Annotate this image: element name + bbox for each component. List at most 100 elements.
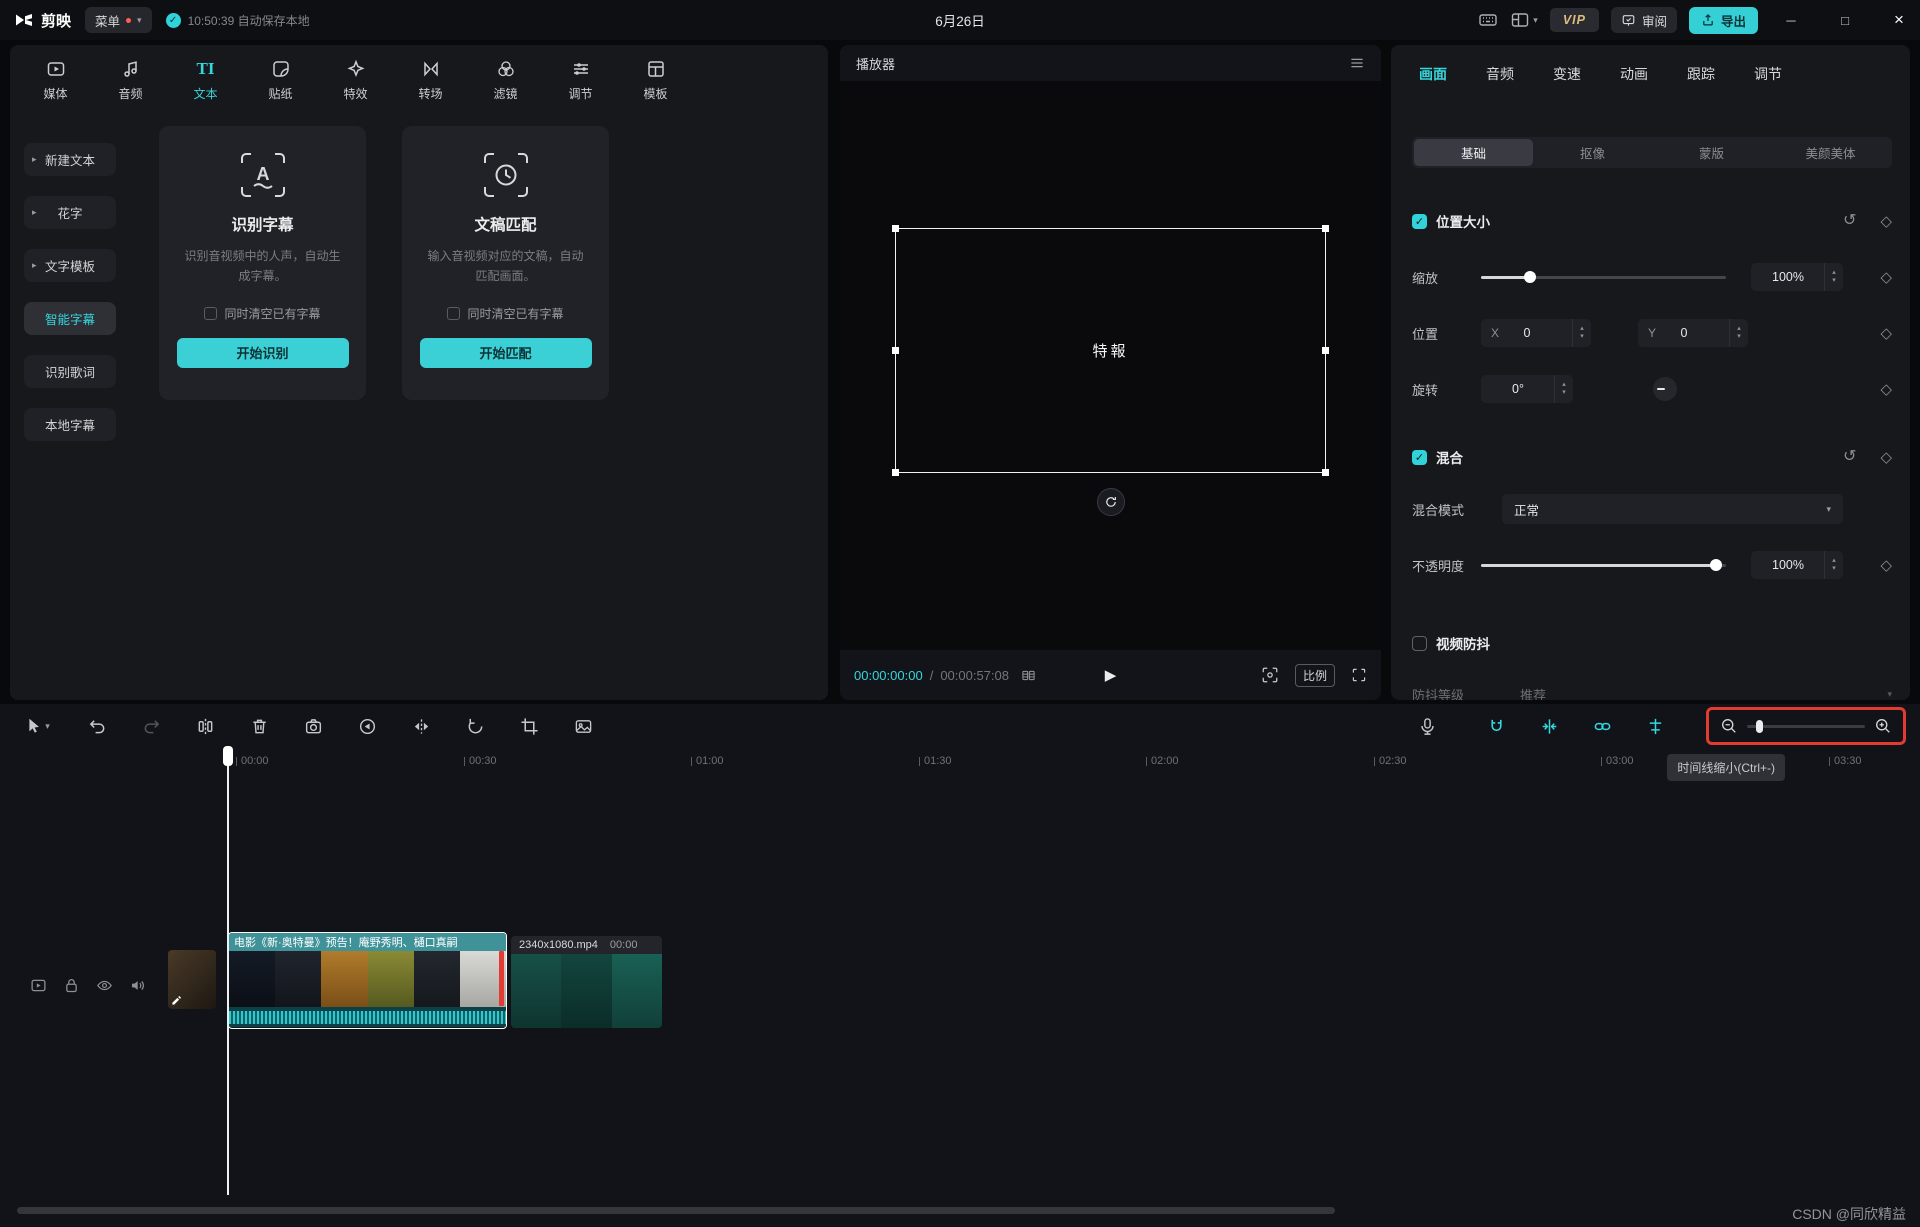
stepper[interactable]: ▴▾ — [1572, 319, 1591, 347]
preview-axis-toggle[interactable] — [1639, 710, 1672, 743]
tab-animation[interactable]: 动画 — [1620, 64, 1648, 84]
rotate-tool-button[interactable] — [459, 710, 492, 743]
chevron-down-icon[interactable]: ▾ — [1887, 690, 1892, 699]
export-button[interactable]: 导出 — [1689, 7, 1758, 34]
frame-view-icon[interactable] — [1021, 668, 1036, 683]
rotate-value-box[interactable]: 0° ▴▾ — [1481, 375, 1573, 403]
opacity-value-box[interactable]: 100% ▴▾ — [1751, 551, 1843, 579]
video-clip[interactable]: 2340x1080.mp4 00:00 — [511, 936, 662, 1028]
subtab-beauty[interactable]: 美颜美体 — [1771, 139, 1890, 166]
slider-knob[interactable] — [1524, 271, 1536, 283]
stabilize-checkbox[interactable] — [1412, 636, 1427, 651]
playhead-line[interactable] — [227, 748, 229, 1195]
start-match-button[interactable]: 开始匹配 — [420, 338, 592, 368]
lock-icon[interactable] — [63, 977, 80, 994]
sidebar-item-text-template[interactable]: ▸ 文字模板 — [24, 249, 116, 282]
play-button[interactable]: ▶ — [1105, 666, 1117, 684]
checkbox-unchecked[interactable] — [204, 307, 217, 320]
aspect-ratio-button[interactable]: 比例 — [1295, 664, 1335, 687]
tab-sticker[interactable]: 贴纸 — [243, 51, 318, 109]
keyframe-diamond-icon[interactable]: ◇ — [1880, 558, 1892, 573]
zoom-out-button[interactable] — [1720, 717, 1738, 735]
cover-thumbnail[interactable] — [168, 950, 216, 1009]
tab-speed[interactable]: 变速 — [1553, 64, 1581, 84]
position-x-box[interactable]: X 0 ▴▾ — [1481, 319, 1591, 347]
stepper[interactable]: ▴▾ — [1824, 551, 1843, 579]
reset-icon[interactable]: ↺ — [1843, 213, 1856, 229]
zoom-slider-knob[interactable] — [1756, 720, 1763, 733]
playhead-handle[interactable] — [223, 746, 233, 766]
edit-cover-pencil-icon[interactable] — [171, 995, 182, 1006]
shortcut-keyboard-icon[interactable] — [1478, 10, 1498, 30]
sidebar-item-new-text[interactable]: ▸ 新建文本 — [24, 143, 116, 176]
scale-slider[interactable] — [1481, 270, 1726, 284]
position-size-checkbox[interactable]: ✓ — [1412, 214, 1427, 229]
delete-button[interactable] — [243, 710, 276, 743]
redo-button[interactable] — [135, 710, 168, 743]
maximize-button[interactable]: □ — [1824, 0, 1866, 40]
zoom-in-button[interactable] — [1874, 717, 1892, 735]
checkbox-unchecked[interactable] — [447, 307, 460, 320]
blend-checkbox[interactable]: ✓ — [1412, 450, 1427, 465]
split-button[interactable] — [189, 710, 222, 743]
mute-icon[interactable] — [129, 977, 146, 994]
project-date[interactable]: 6月26日 — [935, 0, 985, 40]
timeline-horizontal-scrollbar[interactable] — [17, 1207, 1335, 1214]
tab-canvas[interactable]: 画面 — [1419, 64, 1447, 84]
track-cover-icon[interactable] — [30, 977, 47, 994]
auto-snap-toggle[interactable] — [1533, 710, 1566, 743]
player-menu-icon[interactable] — [1349, 55, 1365, 71]
subtab-mask[interactable]: 蒙版 — [1652, 139, 1771, 166]
preview-quality-icon[interactable] — [1261, 666, 1279, 684]
video-preview[interactable]: 特報 — [840, 81, 1381, 650]
workspace-layout-button[interactable]: ▾ — [1510, 10, 1538, 30]
sidebar-item-fancy-text[interactable]: ▸ 花字 — [24, 196, 116, 229]
blend-mode-dropdown[interactable]: 正常 ▾ — [1502, 494, 1843, 524]
clear-existing-subtitle-option[interactable]: 同时清空已有字幕 — [204, 305, 320, 322]
sidebar-item-local-subtitle[interactable]: 本地字幕 — [24, 408, 116, 441]
voiceover-mic-button[interactable] — [1411, 710, 1444, 743]
eye-icon[interactable] — [96, 977, 113, 994]
sidebar-item-lyrics-recognition[interactable]: 识别歌词 — [24, 355, 116, 388]
time-ruler[interactable]: 00:00 00:30 01:00 01:30 02:00 02:30 03:0… — [0, 748, 1920, 774]
keyframe-diamond-icon[interactable]: ◇ — [1880, 214, 1892, 229]
sidebar-item-smart-subtitle[interactable]: 智能字幕 — [24, 302, 116, 335]
review-button[interactable]: 审阅 — [1611, 7, 1677, 33]
minimize-button[interactable]: ─ — [1770, 0, 1812, 40]
vip-badge[interactable]: VIP — [1550, 8, 1599, 32]
subtab-cutout[interactable]: 抠像 — [1533, 139, 1652, 166]
freeze-frame-button[interactable] — [297, 710, 330, 743]
reset-icon[interactable]: ↺ — [1843, 449, 1856, 465]
stepper[interactable]: ▴▾ — [1729, 319, 1748, 347]
main-track-magnet-toggle[interactable] — [1480, 710, 1513, 743]
tab-transition[interactable]: 转场 — [393, 51, 468, 109]
keyframe-diamond-icon[interactable]: ◇ — [1880, 326, 1892, 341]
menu-button[interactable]: 菜单 ▾ — [85, 7, 152, 33]
keyframe-diamond-icon[interactable]: ◇ — [1880, 450, 1892, 465]
close-button[interactable]: × — [1878, 0, 1920, 40]
clear-existing-subtitle-option[interactable]: 同时清空已有字幕 — [447, 305, 563, 322]
tab-filter[interactable]: 滤镜 — [468, 51, 543, 109]
selection-box[interactable]: 特報 — [895, 228, 1326, 473]
undo-button[interactable] — [81, 710, 114, 743]
matting-button[interactable] — [567, 710, 600, 743]
opacity-slider[interactable] — [1481, 558, 1726, 572]
video-clip-selected[interactable]: 电影《新·奥特曼》预告！庵野秀明、樋口真嗣 — [228, 932, 507, 1029]
timeline-zoom-slider[interactable] — [1747, 719, 1865, 733]
tab-tracking[interactable]: 跟踪 — [1687, 64, 1715, 84]
mirror-button[interactable] — [405, 710, 438, 743]
rotate-handle[interactable] — [1097, 488, 1125, 516]
reverse-button[interactable] — [351, 710, 384, 743]
stepper[interactable]: ▴▾ — [1554, 375, 1573, 403]
tab-adjust[interactable]: 调节 — [543, 51, 618, 109]
scale-value-box[interactable]: 100% ▴▾ — [1751, 263, 1843, 291]
start-recognize-button[interactable]: 开始识别 — [177, 338, 349, 368]
stepper[interactable]: ▴▾ — [1824, 263, 1843, 291]
tab-effects[interactable]: 特效 — [318, 51, 393, 109]
keyframe-diamond-icon[interactable]: ◇ — [1880, 382, 1892, 397]
subtab-basic[interactable]: 基础 — [1414, 139, 1533, 166]
tab-text[interactable]: TI 文本 — [168, 51, 243, 109]
linkage-toggle[interactable] — [1586, 710, 1619, 743]
rotate-dial[interactable] — [1653, 377, 1677, 401]
crop-button[interactable] — [513, 710, 546, 743]
